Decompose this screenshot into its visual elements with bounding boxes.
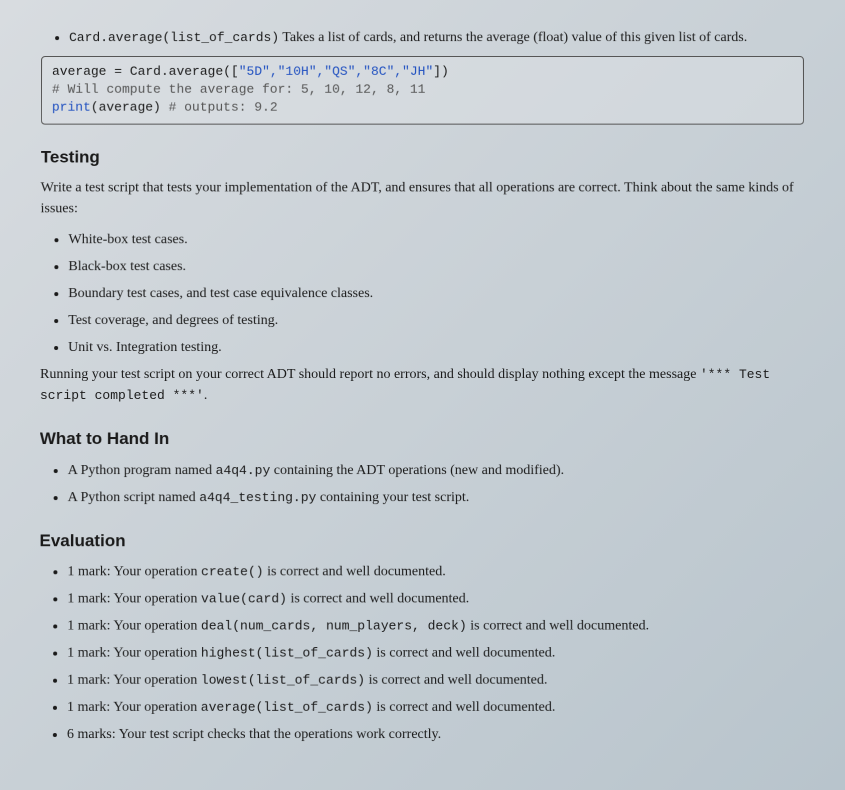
code-line1a: average = Card.average([	[52, 64, 239, 79]
list-item: Black-box test cases.	[68, 256, 804, 277]
eval-post: is correct and well documented.	[373, 700, 555, 715]
eval-code: value(card)	[201, 591, 287, 606]
testing-note: Running your test script on your correct…	[40, 364, 805, 406]
handin1code: a4q4.py	[216, 463, 271, 478]
list-item: Boundary test cases, and test case equiv…	[68, 283, 804, 304]
testing-note-b: .	[204, 388, 208, 403]
code-example-box: average = Card.average(["5D","10H","QS",…	[41, 56, 804, 124]
eval-code: deal(num_cards, num_players, deck)	[201, 619, 467, 634]
eval-post: is correct and well documented.	[264, 564, 446, 579]
eval-pre: 1 mark: Your operation	[67, 564, 201, 579]
list-item: 1 mark: Your operation deal(num_cards, n…	[67, 615, 806, 636]
eval-pre: 1 mark: Your operation	[67, 673, 201, 688]
handin2code: a4q4_testing.py	[199, 490, 316, 505]
list-item: A Python script named a4q4_testing.py co…	[68, 487, 806, 508]
list-item: 1 mark: Your operation highest(list_of_c…	[67, 643, 806, 664]
list-item: A Python program named a4q4.py containin…	[68, 460, 806, 481]
eval-post: is correct and well documented.	[365, 673, 547, 688]
handin1b: containing the ADT operations (new and m…	[270, 463, 564, 478]
eval-heading: Evaluation	[39, 528, 805, 554]
eval-code: average(list_of_cards)	[201, 700, 373, 715]
list-item: 1 mark: Your operation lowest(list_of_ca…	[67, 670, 806, 691]
list-item: 1 mark: Your operation create() is corre…	[67, 561, 805, 582]
list-item: 6 marks: Your test script checks that th…	[67, 724, 806, 745]
eval-post: is correct and well documented.	[287, 591, 469, 606]
testing-heading: Testing	[41, 144, 805, 169]
intro-item: Card.average(list_of_cards) Takes a list…	[69, 27, 804, 48]
code-line3c: # outputs: 9.2	[169, 100, 278, 115]
list-item: Test coverage, and degrees of testing.	[68, 310, 805, 331]
handin-heading: What to Hand In	[40, 426, 805, 452]
handin2a: A Python script named	[68, 490, 200, 505]
code-line2: # Will compute the average for: 5, 10, 1…	[52, 82, 426, 97]
eval-pre: 1 mark: Your operation	[67, 591, 201, 606]
eval-post: is correct and well documented.	[467, 619, 649, 634]
code-line1b: "5D","10H","QS","8C","JH"	[239, 64, 434, 79]
eval-pre: 6 marks: Your test script checks that th…	[67, 727, 441, 742]
handin-list: A Python program named a4q4.py containin…	[40, 460, 806, 508]
list-item: 1 mark: Your operation average(list_of_c…	[67, 697, 806, 718]
testing-list: White-box test cases. Black-box test cas…	[40, 229, 805, 358]
code-line3a: print	[52, 100, 91, 115]
testing-note-a: Running your test script on your correct…	[40, 367, 700, 382]
testing-intro: Write a test script that tests your impl…	[41, 177, 805, 219]
handin1a: A Python program named	[68, 463, 216, 478]
eval-code: create()	[201, 564, 264, 579]
eval-list: 1 mark: Your operation create() is corre…	[39, 561, 806, 745]
eval-pre: 1 mark: Your operation	[67, 646, 201, 661]
list-item: Unit vs. Integration testing.	[68, 337, 805, 358]
code-line1c: ])	[433, 64, 449, 79]
list-item: White-box test cases.	[68, 229, 804, 250]
method-signature: Card.average(list_of_cards)	[69, 30, 279, 45]
handin2b: containing your test script.	[316, 490, 469, 505]
eval-pre: 1 mark: Your operation	[67, 619, 201, 634]
code-line3b: (average)	[91, 100, 169, 115]
intro-list: Card.average(list_of_cards) Takes a list…	[41, 27, 804, 48]
eval-post: is correct and well documented.	[373, 646, 555, 661]
list-item: 1 mark: Your operation value(card) is co…	[67, 588, 805, 609]
eval-code: highest(list_of_cards)	[201, 646, 373, 661]
intro-desc: Takes a list of cards, and returns the a…	[279, 30, 747, 45]
eval-pre: 1 mark: Your operation	[67, 700, 201, 715]
eval-code: lowest(list_of_cards)	[201, 673, 365, 688]
